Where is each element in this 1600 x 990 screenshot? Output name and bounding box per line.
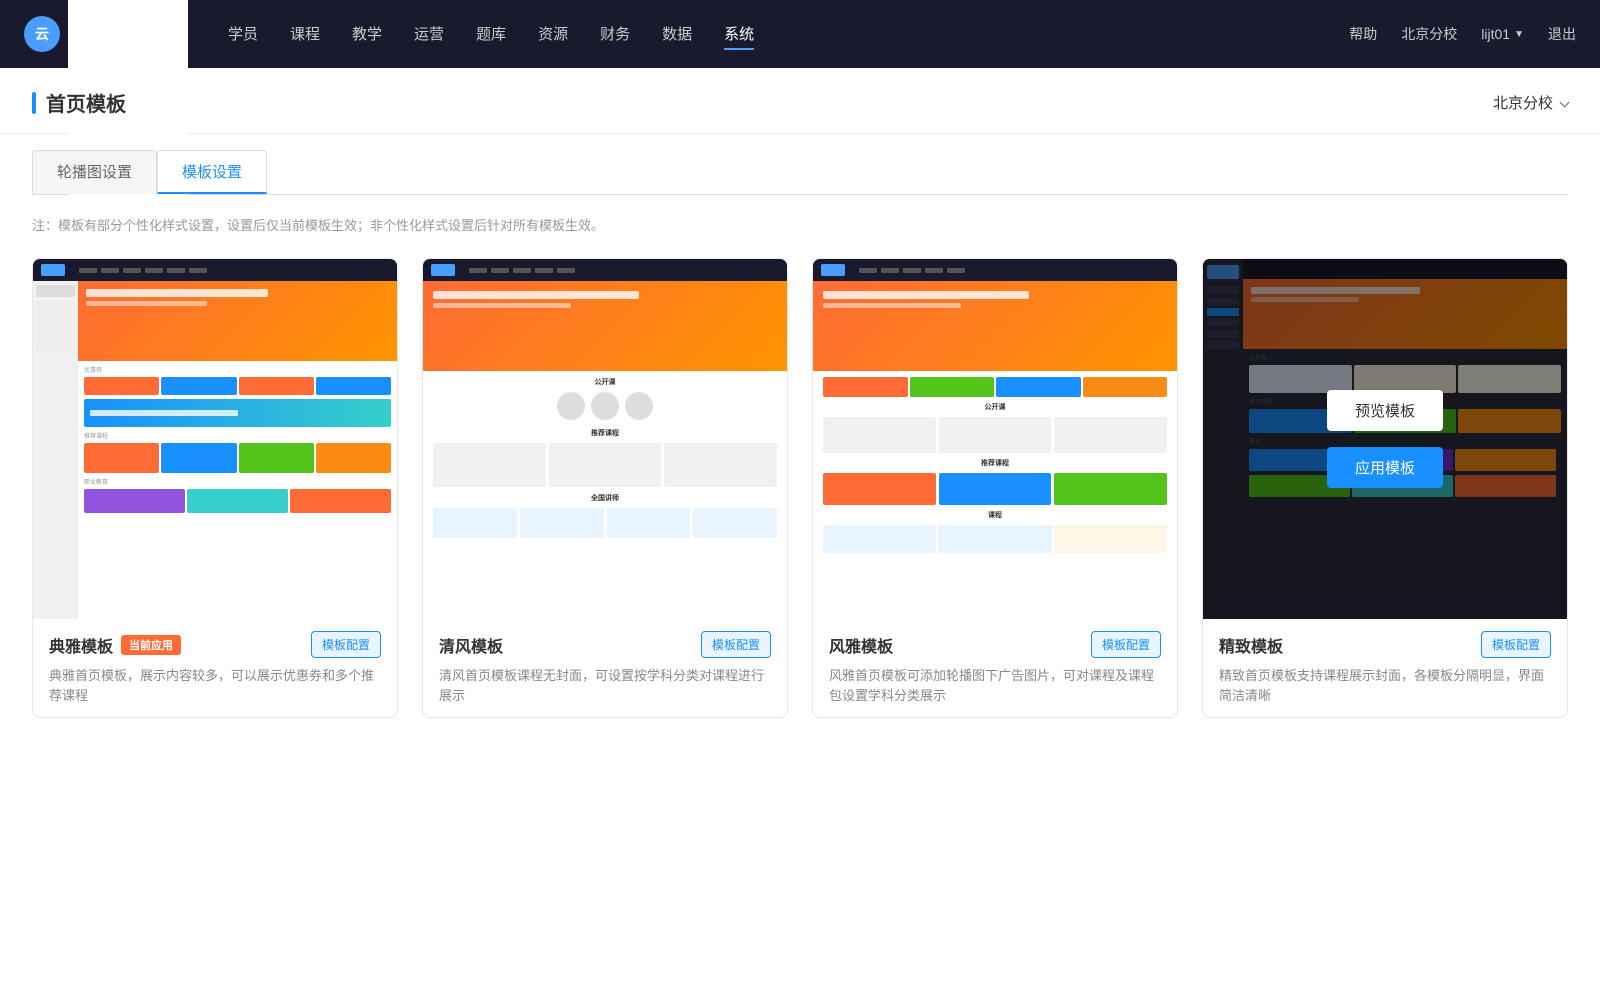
template-preview-4[interactable]: 公开课 推荐课程 课 — [1203, 259, 1567, 619]
template-card-4: 公开课 推荐课程 课 — [1202, 258, 1568, 718]
nav-item-system[interactable]: 系统 — [724, 19, 754, 50]
config-button-3[interactable]: 模板配置 — [1091, 631, 1161, 658]
template-card-3: 公开课 推荐课程 课 — [812, 258, 1178, 718]
nav-item-resources[interactable]: 资源 — [538, 19, 568, 50]
title-accent-bar — [32, 92, 36, 114]
tab-divider — [32, 194, 1568, 195]
branch-name[interactable]: 北京分校 — [1401, 24, 1457, 44]
nav-item-finance[interactable]: 财务 — [600, 19, 630, 50]
card-footer-1: 典雅模板 当前应用 模板配置 典雅首页模板，展示内容较多，可以展示优惠券和多个推… — [33, 619, 397, 717]
user-menu[interactable]: lijt01 ▼ — [1481, 26, 1524, 42]
nav-item-operations[interactable]: 运营 — [414, 19, 444, 50]
template-name-3: 风雅模板 — [829, 633, 893, 657]
page-title: 首页模板 — [46, 88, 126, 117]
template-preview-2[interactable]: 公开课 推荐课程 全 — [423, 259, 787, 619]
template-card-2: 公开课 推荐课程 全 — [422, 258, 788, 718]
template-name-2: 清风模板 — [439, 633, 503, 657]
note-text: 注：模板有部分个性化样式设置，设置后仅当前模板生效；非个性化样式设置后针对所有模… — [32, 215, 1568, 234]
help-link[interactable]: 帮助 — [1349, 24, 1377, 44]
card-footer-2: 清风模板 模板配置 清风首页模板课程无封面，可设置按学科分类对课程进行展示 — [423, 619, 787, 717]
logo-icon: 云 — [24, 16, 60, 52]
apply-template-button-4[interactable]: 应用模板 — [1327, 447, 1443, 488]
template-preview-3[interactable]: 公开课 推荐课程 课 — [813, 259, 1177, 619]
tabs: 轮播图设置 模板设置 — [32, 150, 1568, 194]
config-button-2[interactable]: 模板配置 — [701, 631, 771, 658]
nav-item-teaching[interactable]: 教学 — [352, 19, 382, 50]
template-preview-1[interactable]: 优惠券 推荐课程 — [33, 259, 397, 619]
page-title-wrap: 首页模板 — [32, 88, 126, 117]
template-desc-4: 精致首页模板支持课程展示封面，各模板分隔明显，界面简洁清晰 — [1219, 666, 1551, 705]
tabs-container: 轮播图设置 模板设置 — [0, 150, 1600, 195]
main-content: 首页模板 北京分校 轮播图设置 模板设置 注：模板有部分个性化样式设置，设置后仅… — [0, 68, 1600, 990]
current-badge-1: 当前应用 — [121, 635, 181, 655]
nav-item-questions[interactable]: 题库 — [476, 19, 506, 50]
template-name-4: 精致模板 — [1219, 633, 1283, 657]
nav-menu: 学员 课程 教学 运营 题库 资源 财务 数据 系统 — [228, 19, 1349, 50]
navigation: 云 云朵课堂 教育机构一站式服务云平台 学员 课程 教学 运营 题库 资源 财务… — [0, 0, 1600, 68]
preview-template-button-4[interactable]: 预览模板 — [1327, 390, 1443, 431]
logout-button[interactable]: 退出 — [1548, 24, 1576, 44]
card-footer-3: 风雅模板 模板配置 风雅首页模板可添加轮播图下广告图片，可对课程及课程包设置学科… — [813, 619, 1177, 717]
branch-selector[interactable]: 北京分校 — [1493, 92, 1568, 113]
template-desc-3: 风雅首页模板可添加轮播图下广告图片，可对课程及课程包设置学科分类展示 — [829, 666, 1161, 705]
nav-item-courses[interactable]: 课程 — [290, 19, 320, 50]
template-name-1: 典雅模板 — [49, 633, 113, 657]
nav-item-data[interactable]: 数据 — [662, 19, 692, 50]
template-grid: 优惠券 推荐课程 — [0, 258, 1600, 758]
tab-carousel[interactable]: 轮播图设置 — [32, 150, 157, 194]
chevron-down-icon — [1560, 98, 1570, 108]
template-card-1: 优惠券 推荐课程 — [32, 258, 398, 718]
nav-right: 帮助 北京分校 lijt01 ▼ 退出 — [1349, 24, 1576, 44]
card-footer-4: 精致模板 模板配置 精致首页模板支持课程展示封面，各模板分隔明显，界面简洁清晰 — [1203, 619, 1567, 717]
nav-item-students[interactable]: 学员 — [228, 19, 258, 50]
template-desc-1: 典雅首页模板，展示内容较多，可以展示优惠券和多个推荐课程 — [49, 666, 381, 705]
hover-overlay-4: 预览模板 应用模板 — [1203, 259, 1567, 619]
page-header: 首页模板 北京分校 — [0, 68, 1600, 134]
config-button-1[interactable]: 模板配置 — [311, 631, 381, 658]
tab-template[interactable]: 模板设置 — [157, 150, 267, 194]
config-button-4[interactable]: 模板配置 — [1481, 631, 1551, 658]
template-desc-2: 清风首页模板课程无封面，可设置按学科分类对课程进行展示 — [439, 666, 771, 705]
